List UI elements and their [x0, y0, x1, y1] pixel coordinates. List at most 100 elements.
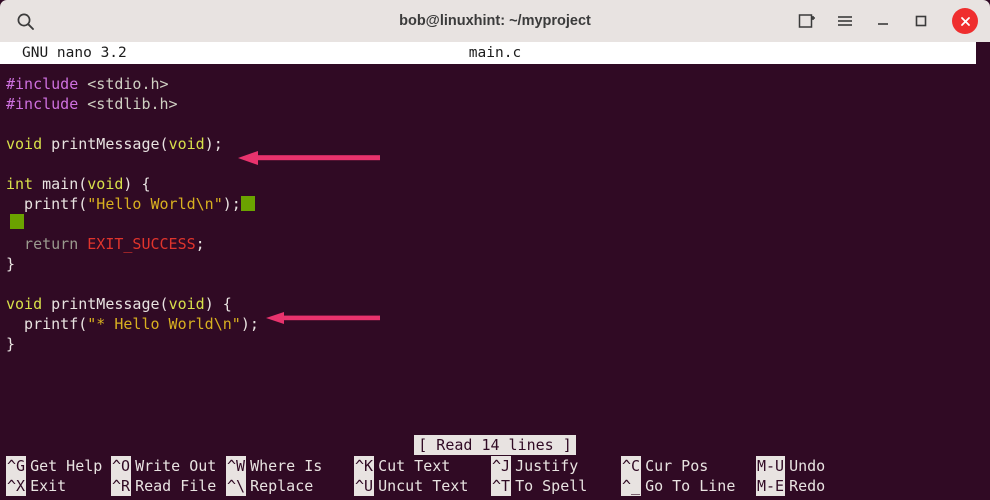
code-token: ) { [204, 295, 232, 313]
shortcut-label: Cur Pos [645, 457, 709, 475]
shortcut-label: Exit [30, 477, 67, 495]
shortcut-label: Go To Line [645, 477, 736, 495]
code-token: EXIT_SUCCESS [87, 235, 196, 253]
code-token: "* Hello World\n" [87, 315, 241, 333]
window-titlebar: bob@linuxhint: ~/myproject [0, 0, 990, 42]
code-token: <stdio.h> [87, 75, 169, 93]
search-icon[interactable] [14, 10, 36, 32]
nano-filename: main.c [468, 45, 522, 61]
code-token: printf( [6, 195, 88, 213]
code-token: void [168, 135, 205, 153]
code-line[interactable]: void printMessage(void) { [4, 294, 990, 314]
shortcut-key: ^C [621, 456, 642, 476]
code-token: return [6, 235, 88, 253]
header-edge [976, 42, 990, 64]
shortcut-item[interactable]: ^W Where Is [226, 456, 354, 476]
shortcut-item[interactable]: ^\ Replace [226, 476, 354, 496]
shortcut-item[interactable]: ^T To Spell [491, 476, 621, 496]
shortcut-key: ^W [226, 456, 247, 476]
nano-status-message: [ Read 14 lines ] [414, 435, 576, 455]
shortcut-key: ^R [111, 476, 132, 496]
code-token: main( [33, 175, 88, 193]
code-line[interactable]: } [4, 254, 990, 274]
shortcut-key: M-E [756, 476, 786, 496]
code-line[interactable]: } [4, 334, 990, 354]
code-token: printf( [6, 315, 88, 333]
shortcut-key: ^T [491, 476, 512, 496]
shortcut-label: Uncut Text [378, 477, 469, 495]
shortcut-item[interactable]: ^U Uncut Text [354, 476, 491, 496]
code-token: } [6, 335, 16, 353]
shortcut-label: Cut Text [378, 457, 451, 475]
code-line[interactable]: void printMessage(void); [4, 134, 990, 154]
new-tab-icon[interactable] [796, 10, 818, 32]
shortcut-item[interactable]: ^K Cut Text [354, 456, 491, 476]
shortcut-label: To Spell [515, 477, 588, 495]
hamburger-menu-icon[interactable] [834, 10, 856, 32]
shortcut-label: Replace [250, 477, 314, 495]
shortcut-row-1: ^G Get Help ^O Write Out ^W Where Is ^K Cut Tex… [6, 456, 990, 476]
terminal-window: bob@linuxhint: ~/myproject GNU nano 3.2 … [0, 0, 990, 500]
shortcut-label: Undo [789, 457, 826, 475]
shortcut-key: ^J [491, 456, 512, 476]
code-line[interactable] [4, 274, 990, 294]
code-line[interactable]: int main(void) { [4, 174, 990, 194]
shortcut-label: Get Help [30, 457, 103, 475]
shortcut-item[interactable]: ^O Write Out [111, 456, 226, 476]
shortcut-item[interactable]: M-U Undo [756, 456, 856, 476]
selection-block [240, 196, 255, 211]
code-token: ); [222, 195, 241, 213]
code-token: int [6, 175, 34, 193]
code-line[interactable]: #include <stdlib.h> [4, 94, 990, 114]
code-line[interactable]: #include <stdio.h> [4, 74, 990, 94]
code-token: #include [6, 75, 88, 93]
maximize-icon[interactable] [910, 10, 932, 32]
code-token: void [168, 295, 205, 313]
shortcut-item[interactable]: ^J Justify [491, 456, 621, 476]
minimize-icon[interactable] [872, 10, 894, 32]
code-line[interactable] [4, 154, 990, 174]
shortcut-label: Redo [789, 477, 826, 495]
shortcut-key: ^X [6, 476, 27, 496]
shortcut-label: Read File [135, 477, 217, 495]
text-cursor [10, 214, 24, 229]
code-line[interactable]: printf("Hello World\n"); [4, 194, 990, 214]
shortcut-label: Justify [515, 457, 579, 475]
shortcut-key: ^O [111, 456, 132, 476]
shortcut-item[interactable]: ^X Exit [6, 476, 111, 496]
code-token: void [6, 135, 43, 153]
shortcut-key: M-U [756, 456, 786, 476]
shortcut-label: Write Out [135, 457, 217, 475]
shortcut-item[interactable]: ^R Read File [111, 476, 226, 496]
shortcut-key: ^U [354, 476, 375, 496]
code-editor[interactable]: #include <stdio.h> #include <stdlib.h> vo… [0, 64, 990, 440]
shortcut-key: ^G [6, 456, 27, 476]
shortcut-key: ^K [354, 456, 375, 476]
code-token: <stdlib.h> [87, 95, 178, 113]
shortcut-item[interactable]: ^G Get Help [6, 456, 111, 476]
code-line[interactable]: return EXIT_SUCCESS; [4, 234, 990, 254]
nano-header-bar: GNU nano 3.2 main.c [0, 42, 990, 64]
code-token: } [6, 255, 16, 273]
code-token: #include [6, 95, 88, 113]
shortcut-item[interactable]: ^C Cur Pos [621, 456, 756, 476]
shortcut-key: ^\ [226, 476, 247, 496]
shortcut-row-2: ^X Exit ^R Read File ^\ Replace ^U Uncut Text ^T… [6, 476, 990, 496]
code-token: ) { [123, 175, 151, 193]
code-token: void [87, 175, 124, 193]
code-token: ); [204, 135, 223, 153]
code-token: ); [240, 315, 259, 333]
code-line[interactable] [4, 214, 990, 234]
nano-shortcut-bar: ^G Get Help ^O Write Out ^W Where Is ^K Cut Tex… [0, 456, 990, 500]
close-icon[interactable] [952, 8, 978, 34]
shortcut-item[interactable]: ^_ Go To Line [621, 476, 756, 496]
shortcut-label: Where Is [250, 457, 323, 475]
shortcut-item[interactable]: M-E Redo [756, 476, 856, 496]
code-line[interactable] [4, 114, 990, 134]
nano-status-message-wrap: [ Read 14 lines ] [0, 435, 990, 455]
code-token: "Hello World\n" [87, 195, 223, 213]
shortcut-key: ^_ [621, 476, 642, 496]
code-line[interactable]: printf("* Hello World\n"); [4, 314, 990, 334]
code-token: printMessage( [42, 135, 169, 153]
code-token: void [6, 295, 43, 313]
